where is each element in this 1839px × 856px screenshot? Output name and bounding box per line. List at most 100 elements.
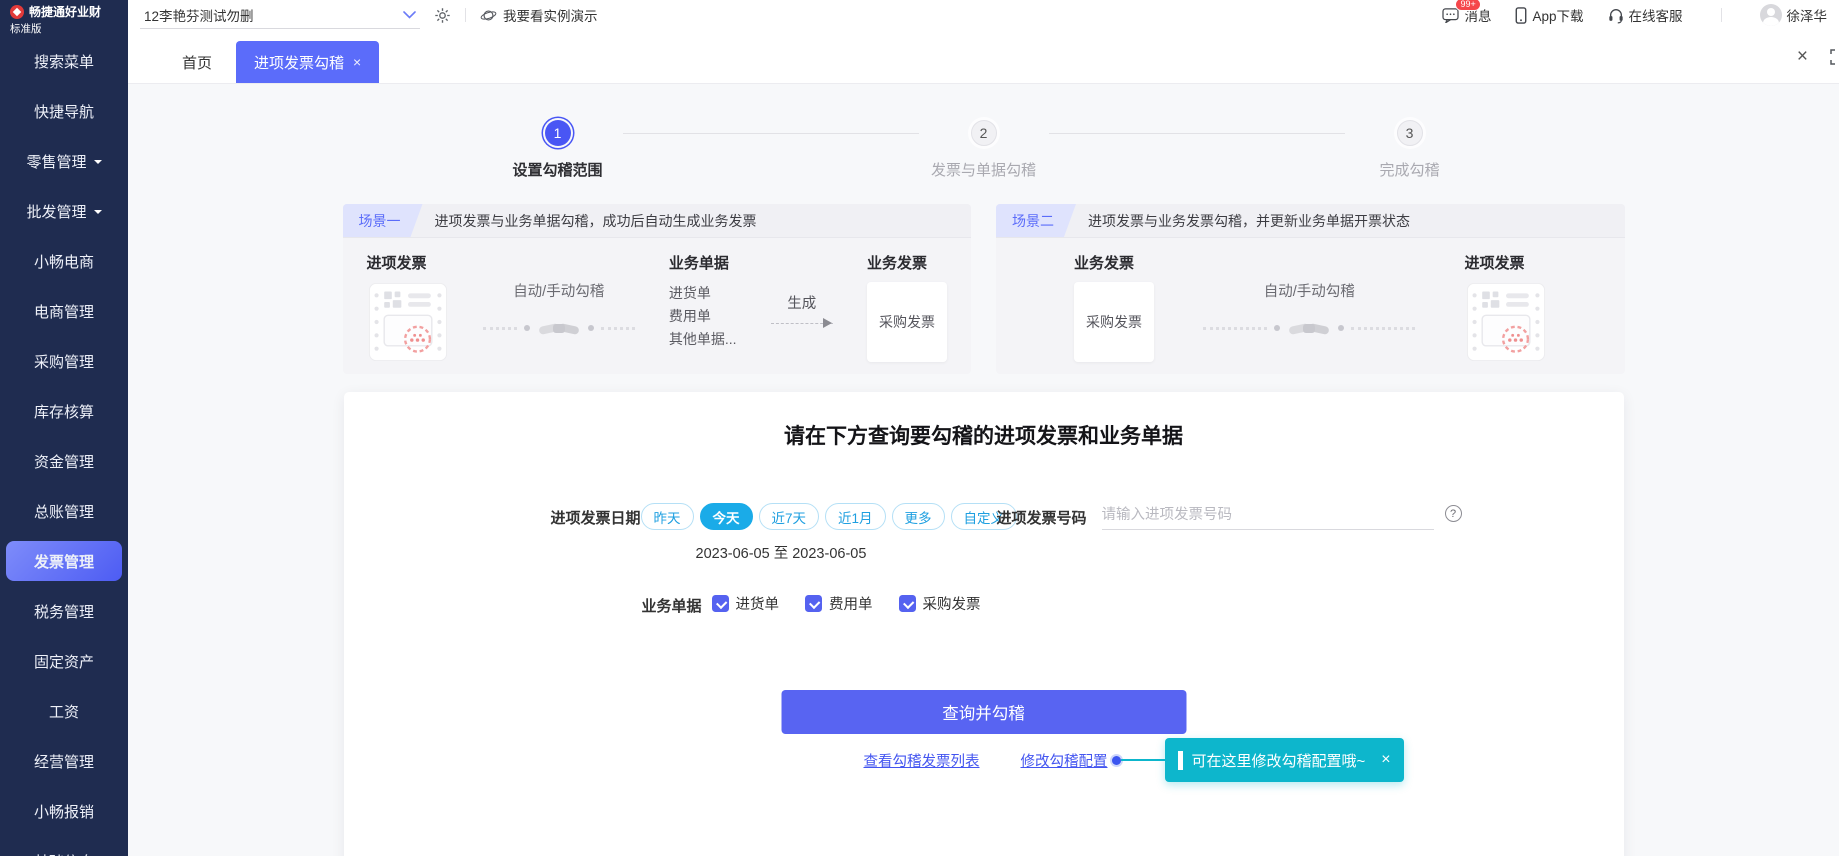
dot bbox=[523, 325, 530, 331]
tooltip-close-icon[interactable]: × bbox=[1381, 751, 1390, 769]
tab-home[interactable]: 首页 bbox=[158, 41, 236, 83]
sidebar-item[interactable]: 电商管理 bbox=[0, 286, 128, 336]
business-invoice-title: 业务发票 bbox=[1074, 255, 1135, 272]
messages-button[interactable]: 消息 99+ bbox=[1442, 0, 1491, 25]
generate-group: 生成 bbox=[770, 292, 833, 328]
dot bbox=[1338, 325, 1345, 331]
query-card: 请在下方查询要勾稽的进项发票和业务单据 进项发票日期 昨天 今天 近7天 近1月… bbox=[343, 392, 1624, 856]
sidebar-item[interactable]: 基础信息 bbox=[0, 836, 128, 856]
app-download-button[interactable]: App下载 bbox=[1515, 5, 1584, 25]
sidebar-item-label: 批发管理 bbox=[26, 203, 87, 221]
matching-group: 自动/手动勾稽 bbox=[1203, 280, 1416, 339]
sidebar-item[interactable]: 经营管理 bbox=[0, 736, 128, 786]
scenario-1-title: 进项发票与业务单据勾稽，成功后自动生成业务发票 bbox=[434, 212, 757, 229]
date-range-pill[interactable]: 更多 bbox=[891, 503, 945, 530]
query-and-match-button[interactable]: 查询并勾稽 bbox=[781, 690, 1186, 734]
sidebar-item[interactable]: 库存核算 bbox=[0, 386, 128, 436]
username: 徐泽华 bbox=[1786, 9, 1828, 24]
sidebar-item-label: 采购管理 bbox=[33, 353, 94, 371]
demo-link[interactable]: 我要看实例演示 bbox=[480, 5, 598, 25]
sidebar-item[interactable]: 搜索菜单 bbox=[0, 36, 128, 86]
input-invoice-column: 进项发票 bbox=[1465, 252, 1547, 362]
scenario-card-2: 场景二 进项发票与业务发票勾稽，并更新业务单据开票状态 业务发票 采购发票 自动… bbox=[996, 204, 1625, 374]
date-range-pill[interactable]: 今天 bbox=[699, 503, 753, 530]
footer-links: 查看勾稽发票列表 修改勾稽配置 可在这里修改勾稽配置哦~ × bbox=[864, 738, 1404, 782]
doc-checkbox-label: 采购发票 bbox=[922, 597, 981, 613]
doc-checkbox[interactable]: 进货单 bbox=[711, 593, 779, 614]
input-invoice-title: 进项发票 bbox=[1464, 255, 1525, 272]
tooltip-leader-line bbox=[1120, 759, 1165, 761]
view-matched-invoices-link[interactable]: 查看勾稽发票列表 bbox=[864, 750, 980, 771]
organization-name: 12李艳芬测试勿删 bbox=[144, 8, 254, 24]
config-tooltip: 可在这里修改勾稽配置哦~ × bbox=[1164, 738, 1404, 782]
sidebar-item[interactable]: 批发管理 bbox=[0, 186, 128, 236]
step-2-label: 发票与单据勾稽 bbox=[930, 162, 1036, 179]
doc-checkbox[interactable]: 采购发票 bbox=[898, 593, 981, 614]
date-range-pill[interactable]: 昨天 bbox=[640, 503, 694, 530]
generate-label: 生成 bbox=[787, 296, 817, 312]
help-icon[interactable]: ? bbox=[1444, 505, 1462, 522]
sidebar-nav: 搜索菜单 快捷导航 零售管理 批发管理 小畅电商 电商管理 采购管理 库存核算 … bbox=[0, 36, 128, 856]
business-doc-item: 其他单据... bbox=[668, 331, 737, 347]
sidebar-item-label: 小畅电商 bbox=[33, 253, 94, 271]
business-invoice-column: 业务发票 采购发票 bbox=[866, 252, 947, 362]
user-menu[interactable]: 徐泽华 bbox=[1759, 4, 1828, 26]
date-range-pill[interactable]: 近7天 bbox=[758, 503, 820, 530]
topbar-right: 消息 99+ App下载 在线客服 徐泽华 bbox=[1442, 0, 1839, 26]
fullscreen-icon[interactable] bbox=[1830, 48, 1839, 65]
sidebar-item-label: 资金管理 bbox=[33, 453, 94, 471]
sidebar-item-label: 零售管理 bbox=[26, 153, 87, 171]
close-all-tabs-icon[interactable]: × bbox=[1797, 46, 1808, 68]
topbar: 12李艳芬测试勿删 我要看实例演示 消息 99+ App下载 在线客服 徐泽华 bbox=[128, 0, 1839, 30]
tab-invoice-matching[interactable]: 进项发票勾稽 × bbox=[236, 41, 380, 83]
date-range-pill[interactable]: 近1月 bbox=[825, 503, 886, 530]
organization-selector[interactable]: 12李艳芬测试勿删 bbox=[140, 1, 420, 29]
scenario-2-badge: 场景二 bbox=[996, 204, 1076, 237]
sidebar-item[interactable]: 快捷导航 bbox=[0, 86, 128, 136]
step-3-label: 完成勾稽 bbox=[1379, 162, 1440, 179]
sidebar-item[interactable]: 零售管理 bbox=[0, 136, 128, 186]
sidebar-item-label: 税务管理 bbox=[33, 603, 94, 621]
support-button[interactable]: 在线客服 bbox=[1608, 5, 1683, 25]
invoice-number-input[interactable] bbox=[1101, 500, 1434, 530]
business-docs-label: 业务单据 bbox=[641, 598, 702, 615]
sidebar-item-label: 库存核算 bbox=[33, 403, 94, 421]
brand-logo-icon bbox=[10, 4, 24, 19]
planet-icon bbox=[480, 9, 497, 21]
dots-left bbox=[482, 326, 517, 330]
tabbar-tools: × bbox=[1797, 30, 1839, 83]
sidebar-item[interactable]: 总账管理 bbox=[0, 486, 128, 536]
invoice-illustration-icon bbox=[1466, 282, 1545, 362]
sidebar-item[interactable]: 采购管理 bbox=[0, 336, 128, 386]
gear-icon[interactable] bbox=[434, 7, 451, 24]
messages-count-badge: 99+ bbox=[1455, 0, 1481, 11]
sidebar-item[interactable]: 固定资产 bbox=[0, 636, 128, 686]
scenario-card-1: 场景一 进项发票与业务单据勾稽，成功后自动生成业务发票 进项发票 自动/手动勾稽… bbox=[342, 204, 971, 374]
step-1: 1 设置勾稽范围 bbox=[493, 120, 623, 180]
checkbox-icon[interactable] bbox=[711, 595, 729, 612]
dots-right bbox=[1351, 326, 1416, 330]
step-connector bbox=[1048, 133, 1345, 134]
step-2-circle: 2 bbox=[970, 120, 997, 146]
purchase-invoice-card: 采购发票 bbox=[866, 282, 947, 362]
chevron-down-icon bbox=[403, 10, 416, 19]
input-invoice-column: 进项发票 bbox=[367, 252, 449, 362]
main-column: 12李艳芬测试勿删 我要看实例演示 消息 99+ App下载 在线客服 徐泽华 … bbox=[128, 0, 1839, 856]
stepper: 1 设置勾稽范围 2 发票与单据勾稽 3 完成勾稽 bbox=[128, 120, 1839, 180]
handshake-icon bbox=[538, 323, 579, 335]
sidebar-item[interactable]: 小畅报销 bbox=[0, 786, 128, 836]
doc-checkbox[interactable]: 费用单 bbox=[805, 593, 873, 614]
checkbox-icon[interactable] bbox=[805, 595, 822, 612]
sidebar-item[interactable]: 资金管理 bbox=[0, 436, 128, 486]
headset-icon bbox=[1608, 8, 1623, 23]
tab-close-icon[interactable]: × bbox=[353, 54, 361, 70]
sidebar-item[interactable]: 税务管理 bbox=[0, 586, 128, 636]
sidebar-item[interactable]: 发票管理 bbox=[6, 541, 122, 581]
tooltip-text: 可在这里修改勾稽配置哦~ bbox=[1191, 752, 1366, 770]
sidebar-item[interactable]: 小畅电商 bbox=[0, 236, 128, 286]
checkbox-icon[interactable] bbox=[898, 595, 916, 612]
modify-match-config-link[interactable]: 修改勾稽配置 bbox=[1021, 750, 1108, 771]
sidebar-item[interactable]: 工资 bbox=[0, 686, 128, 736]
date-range-value: 2023-06-05 至 2023-06-05 bbox=[695, 546, 867, 562]
step-connector bbox=[622, 133, 919, 134]
